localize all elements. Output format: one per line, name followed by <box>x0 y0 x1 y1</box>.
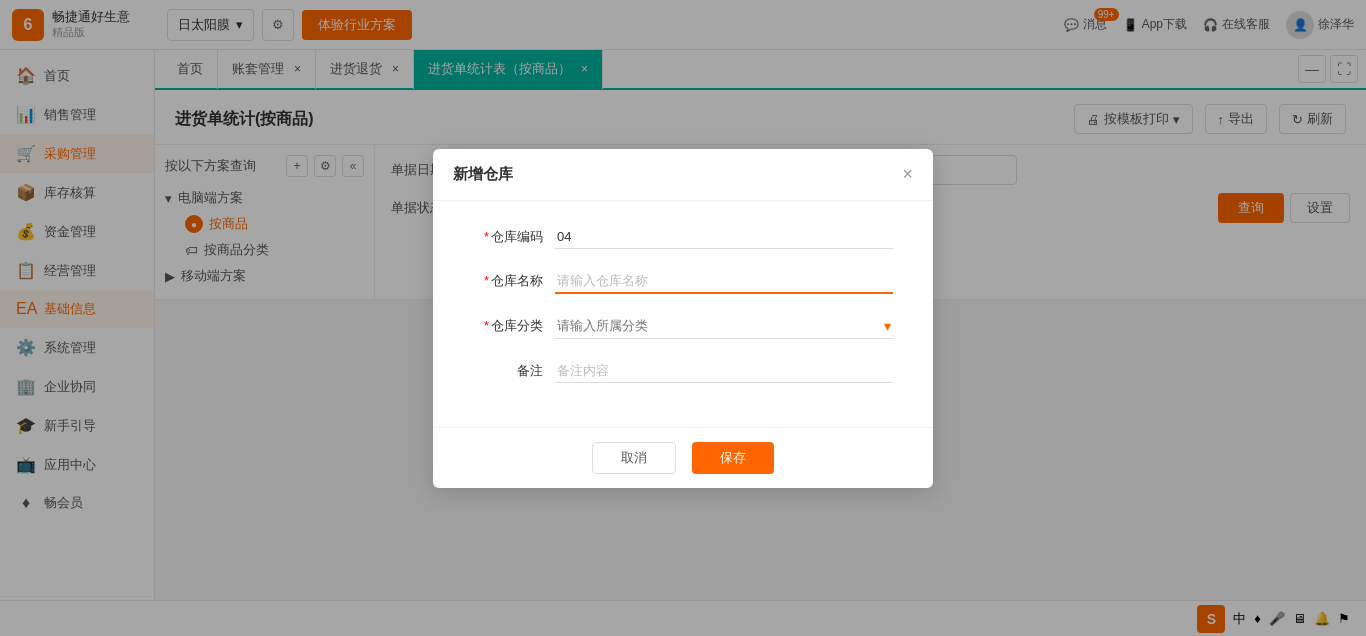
category-input[interactable] <box>557 318 884 333</box>
modal-body: *仓库编码 *仓库名称 *仓库分类 ▾ <box>433 201 933 427</box>
dropdown-arrow-icon: ▾ <box>884 318 891 334</box>
save-button[interactable]: 保存 <box>692 442 774 474</box>
warehouse-name-input[interactable] <box>555 269 893 294</box>
add-warehouse-modal: 新增仓库 × *仓库编码 *仓库名称 *仓库分类 <box>433 149 933 488</box>
note-input[interactable] <box>555 359 893 383</box>
code-label: *仓库编码 <box>473 228 543 246</box>
required-star: * <box>484 229 489 244</box>
name-label: *仓库名称 <box>473 272 543 290</box>
form-row-category: *仓库分类 ▾ <box>473 314 893 339</box>
modal-header: 新增仓库 × <box>433 149 933 201</box>
required-star: * <box>484 318 489 333</box>
note-label: 备注 <box>473 362 543 380</box>
modal-title: 新增仓库 <box>453 165 513 184</box>
modal-overlay: 新增仓库 × *仓库编码 *仓库名称 *仓库分类 <box>0 0 1366 636</box>
form-row-code: *仓库编码 <box>473 225 893 249</box>
modal-close-button[interactable]: × <box>902 165 913 183</box>
required-star: * <box>484 273 489 288</box>
warehouse-code-input[interactable] <box>555 225 893 249</box>
category-select-wrap[interactable]: ▾ <box>555 314 893 339</box>
modal-footer: 取消 保存 <box>433 427 933 488</box>
form-row-note: 备注 <box>473 359 893 383</box>
category-label: *仓库分类 <box>473 317 543 335</box>
form-row-name: *仓库名称 <box>473 269 893 294</box>
cancel-button[interactable]: 取消 <box>592 442 676 474</box>
